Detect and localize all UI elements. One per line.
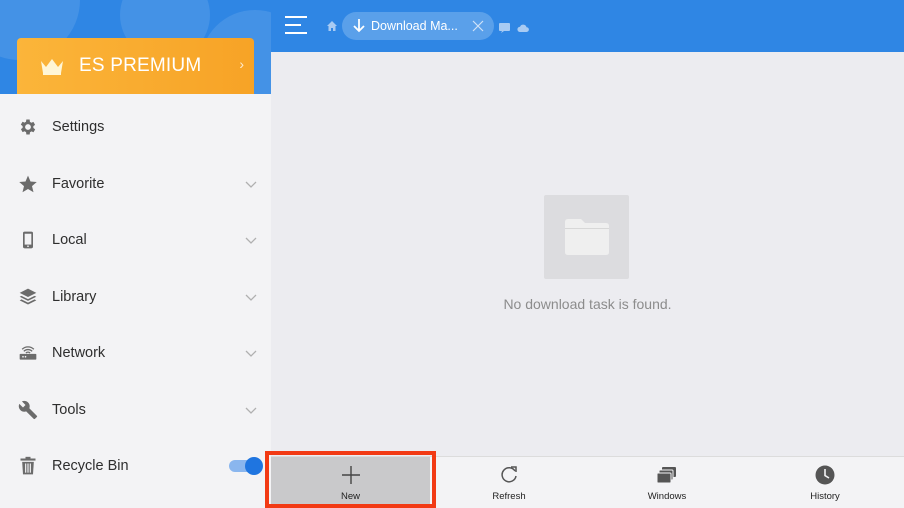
chevron-down-icon[interactable] [245,232,257,250]
bottom-toolbar: New Refresh Windows History [271,456,904,508]
sidebar-item-label: Network [52,345,106,362]
trash-icon [18,456,38,476]
sidebar-item-label: Favorite [52,175,105,192]
top-bar: Download Ma... [271,0,904,52]
es-premium-banner[interactable]: ES PREMIUM › [17,38,254,94]
sidebar-item-recycle-bin[interactable]: Recycle Bin [0,438,271,495]
sidebar-nav: Settings Favorite Local Library Network … [0,99,271,495]
cloud-icon[interactable] [517,20,529,38]
sidebar-item-label: Tools [52,401,86,418]
download-icon [352,18,366,34]
folder-icon [544,195,629,279]
home-icon[interactable] [326,19,338,37]
close-icon[interactable] [472,19,484,37]
sidebar-item-label: Settings [52,119,105,136]
history-button[interactable]: History [746,457,904,508]
new-button-label: New [340,491,360,502]
crown-icon [37,54,67,78]
phone-icon [18,230,38,250]
history-button-label: History [810,491,840,502]
chevron-down-icon[interactable] [245,176,257,194]
refresh-icon [497,463,521,487]
menu-icon[interactable] [285,14,307,36]
star-icon [18,174,38,194]
windows-icon [655,463,679,487]
sidebar-item-network[interactable]: Network [0,325,271,382]
window-icon[interactable] [499,20,510,38]
refresh-button-label: Refresh [492,491,526,502]
sidebar-item-label: Local [52,232,87,249]
refresh-button[interactable]: Refresh [430,457,588,508]
wrench-icon [18,400,38,420]
chevron-down-icon[interactable] [245,402,257,420]
new-button[interactable]: New [271,457,430,508]
chevron-down-icon[interactable] [245,345,257,363]
sidebar-item-label: Library [52,288,97,305]
breadcrumb-label: Download Ma... [371,19,458,33]
chevron-down-icon[interactable] [245,289,257,307]
layers-icon [18,287,38,307]
sidebar-item-label: Recycle Bin [52,458,129,475]
router-icon [18,343,38,363]
sidebar-item-library[interactable]: Library [0,269,271,326]
sidebar-item-tools[interactable]: Tools [0,382,271,439]
main-content: No download task is found. [271,52,904,456]
empty-state-message: No download task is found. [503,296,672,312]
sidebar-item-local[interactable]: Local [0,212,271,269]
windows-button[interactable]: Windows [588,457,746,508]
clock-icon [813,463,837,487]
sidebar: ES PREMIUM › Settings Favorite Local Lib… [0,0,271,508]
sidebar-item-settings[interactable]: Settings [0,99,271,156]
sidebar-item-favorite[interactable]: Favorite [0,156,271,213]
gear-icon [18,117,38,137]
windows-button-label: Windows [647,491,687,502]
breadcrumb-tab-download-manager[interactable]: Download Ma... [342,12,494,40]
chevron-right-icon: › [239,56,244,72]
plus-icon [339,463,363,487]
recycle-bin-toggle[interactable] [229,457,263,475]
es-premium-label: ES PREMIUM [79,55,202,76]
